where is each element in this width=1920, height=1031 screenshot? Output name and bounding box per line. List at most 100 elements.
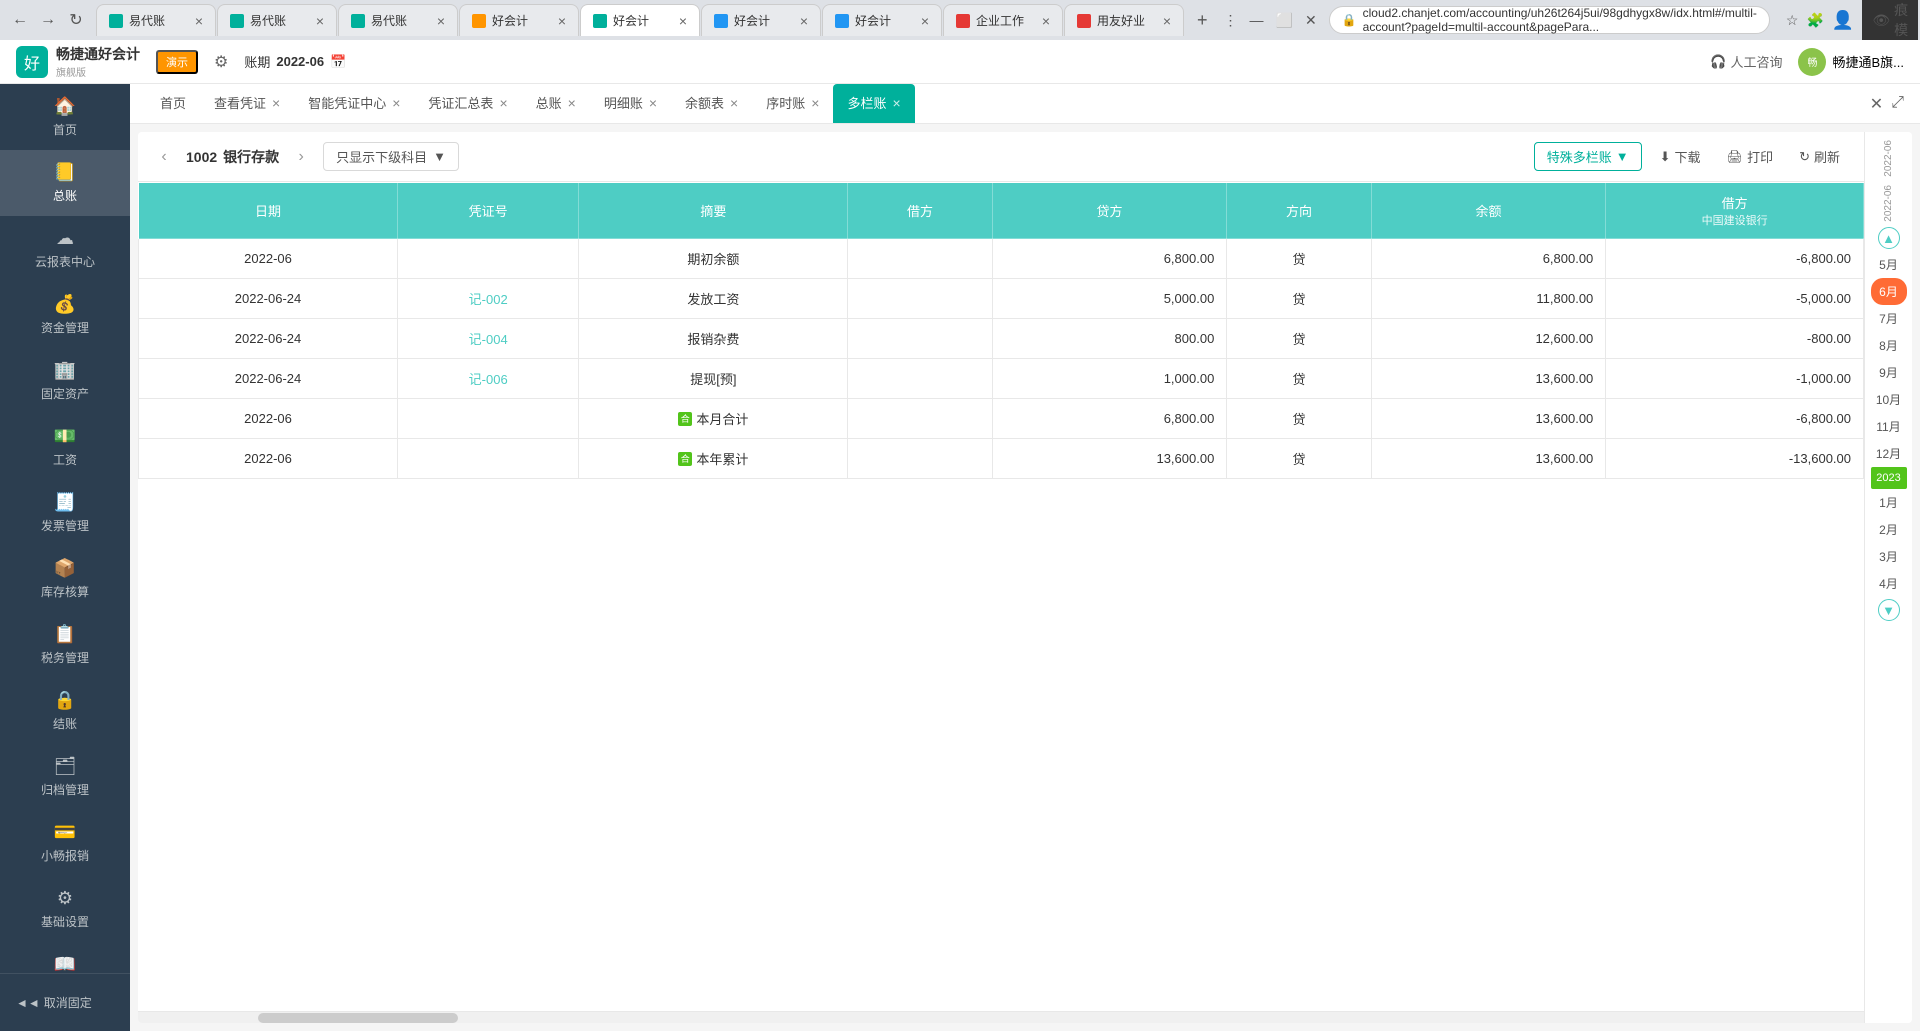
- tab-close-4[interactable]: ×: [558, 13, 566, 29]
- demo-badge[interactable]: 演示: [156, 50, 198, 74]
- consult-button[interactable]: 🎧 人工咨询: [1710, 52, 1782, 71]
- tab-close-7[interactable]: ×: [921, 13, 929, 29]
- sidebar-item-invoice[interactable]: 🧾 发票管理: [0, 480, 130, 546]
- month-10[interactable]: 10月: [1871, 386, 1907, 413]
- collapse-tab-btn[interactable]: ✕: [1870, 94, 1883, 114]
- next-account-btn[interactable]: ›: [291, 148, 311, 166]
- tab-close-9[interactable]: ×: [1163, 13, 1171, 29]
- tab-voucher[interactable]: 查看凭证 ×: [200, 84, 294, 124]
- tab-close-8[interactable]: ×: [1042, 13, 1050, 29]
- sidebar-item-home[interactable]: 🏠 首页: [0, 84, 130, 150]
- browser-tab-9[interactable]: 用友好业 ×: [1064, 4, 1184, 36]
- tab-voucher-close[interactable]: ×: [272, 95, 280, 111]
- browser-tab-2[interactable]: 易代账 ×: [217, 4, 337, 36]
- minimize-btn[interactable]: —: [1246, 8, 1268, 32]
- tab-close-6[interactable]: ×: [800, 13, 808, 29]
- refresh-button[interactable]: ↻ 刷新: [1791, 143, 1848, 170]
- user-info[interactable]: 畅 畅捷通B旗...: [1798, 48, 1904, 76]
- multi-col-button[interactable]: 特殊多栏账 ▼: [1534, 142, 1642, 171]
- tab-close-1[interactable]: ×: [195, 13, 203, 29]
- app-sub: 旗舰版: [56, 64, 140, 79]
- tab-balance-close[interactable]: ×: [730, 95, 738, 111]
- col-date: 日期: [139, 183, 398, 239]
- sidebar-item-report[interactable]: ☁ 云报表中心: [0, 216, 130, 282]
- download-button[interactable]: ⬇ 下载: [1652, 143, 1709, 170]
- tab-voucher-summary-close[interactable]: ×: [499, 95, 507, 111]
- sidebar-item-salary[interactable]: 💵 工资: [0, 414, 130, 480]
- month-9[interactable]: 9月: [1871, 359, 1907, 386]
- tab-close-3[interactable]: ×: [437, 13, 445, 29]
- sidebar-item-asset[interactable]: 🏢 固定资产: [0, 348, 130, 414]
- tab-smart-voucher[interactable]: 智能凭证中心 ×: [294, 84, 414, 124]
- tab-detail-close[interactable]: ×: [649, 95, 657, 111]
- bookmark-icon[interactable]: ☆: [1786, 12, 1799, 29]
- browser-tab-5[interactable]: 好会计 ×: [580, 4, 700, 36]
- sidebar-item-close[interactable]: 🔒 结账: [0, 678, 130, 744]
- tab-home[interactable]: 首页: [146, 84, 200, 124]
- print-button[interactable]: 🖨 打印: [1719, 143, 1782, 170]
- tab-home-label: 首页: [160, 93, 186, 112]
- sidebar-item-expense[interactable]: 💳 小畅报销: [0, 810, 130, 876]
- bottom-scrollbar[interactable]: [138, 1011, 1864, 1023]
- month-2023-4[interactable]: 4月: [1871, 570, 1907, 597]
- cell-voucher[interactable]: 记-004: [398, 319, 579, 359]
- sidebar-item-ledger[interactable]: 📒 总账: [0, 150, 130, 216]
- cell-voucher[interactable]: 记-006: [398, 359, 579, 399]
- tab-multicolumn-close[interactable]: ×: [892, 95, 900, 111]
- tab-close-2[interactable]: ×: [316, 13, 324, 29]
- sidebar-item-guide[interactable]: 📖 新手引导: [0, 942, 130, 973]
- maximize-btn[interactable]: ⬜: [1272, 8, 1297, 33]
- month-12[interactable]: 12月: [1871, 440, 1907, 467]
- tab-multicolumn[interactable]: 多栏账 ×: [833, 84, 914, 124]
- expense-icon: 💳: [54, 822, 76, 843]
- month-2023-2[interactable]: 2月: [1871, 516, 1907, 543]
- sidebar-item-settings[interactable]: ⚙ 基础设置: [0, 876, 130, 942]
- forward-btn[interactable]: →: [36, 8, 60, 32]
- sidebar-item-tax[interactable]: 📋 税务管理: [0, 612, 130, 678]
- browser-tab-7[interactable]: 好会计 ×: [822, 4, 942, 36]
- new-tab-btn[interactable]: +: [1189, 6, 1216, 35]
- sidebar-item-archive[interactable]: 🗂 归档管理: [0, 744, 130, 810]
- account-icon[interactable]: 👤: [1832, 10, 1854, 31]
- browser-tab-1[interactable]: 易代账 ×: [96, 4, 216, 36]
- month-6[interactable]: 6月: [1871, 278, 1907, 305]
- subject-filter-dropdown[interactable]: 只显示下级科目 ▼: [323, 142, 459, 171]
- calendar-icon[interactable]: 📅: [330, 54, 346, 70]
- tab-smart-voucher-close[interactable]: ×: [392, 95, 400, 111]
- browser-tab-4[interactable]: 好会计 ×: [459, 4, 579, 36]
- cell-voucher[interactable]: 记-002: [398, 279, 579, 319]
- tab-icon-2: [230, 14, 244, 28]
- settings-icon[interactable]: ⚙: [214, 52, 228, 72]
- tab-voucher-summary[interactable]: 凭证汇总表 ×: [414, 84, 521, 124]
- month-11[interactable]: 11月: [1871, 413, 1907, 440]
- tab-list-btn[interactable]: ⋮: [1220, 8, 1242, 33]
- back-btn[interactable]: ←: [8, 8, 32, 32]
- month-7[interactable]: 7月: [1871, 305, 1907, 332]
- month-8[interactable]: 8月: [1871, 332, 1907, 359]
- close-window-btn[interactable]: ✕: [1301, 8, 1321, 33]
- month-2023-1[interactable]: 1月: [1871, 489, 1907, 516]
- month-5[interactable]: 5月: [1871, 251, 1907, 278]
- collapse-button[interactable]: ◄◄ 取消固定: [8, 986, 122, 1019]
- tab-general-ledger-close[interactable]: ×: [568, 95, 576, 111]
- browser-tab-3[interactable]: 易代账 ×: [338, 4, 458, 36]
- scroll-up-btn[interactable]: ▲: [1878, 227, 1900, 249]
- month-2023-3[interactable]: 3月: [1871, 543, 1907, 570]
- extension-icon[interactable]: 🧩: [1806, 12, 1823, 29]
- expand-tab-btn[interactable]: ⤢: [1891, 94, 1904, 114]
- col-debit: 借方: [848, 183, 992, 239]
- browser-tab-8[interactable]: 企业工作 ×: [943, 4, 1063, 36]
- tab-journal[interactable]: 序时账 ×: [752, 84, 833, 124]
- tab-balance[interactable]: 余额表 ×: [671, 84, 752, 124]
- sidebar-item-inventory[interactable]: 📦 库存核算: [0, 546, 130, 612]
- sidebar-item-fund[interactable]: 💰 资金管理: [0, 282, 130, 348]
- tab-detail[interactable]: 明细账 ×: [590, 84, 671, 124]
- tab-general-ledger[interactable]: 总账 ×: [522, 84, 590, 124]
- address-bar[interactable]: 🔒 cloud2.chanjet.com/accounting/uh26t264…: [1329, 6, 1770, 34]
- reload-btn[interactable]: ↻: [64, 8, 88, 32]
- tab-journal-close[interactable]: ×: [811, 95, 819, 111]
- prev-account-btn[interactable]: ‹: [154, 148, 174, 166]
- scroll-down-btn[interactable]: ▼: [1878, 599, 1900, 621]
- tab-close-5[interactable]: ×: [679, 13, 687, 29]
- browser-tab-6[interactable]: 好会计 ×: [701, 4, 821, 36]
